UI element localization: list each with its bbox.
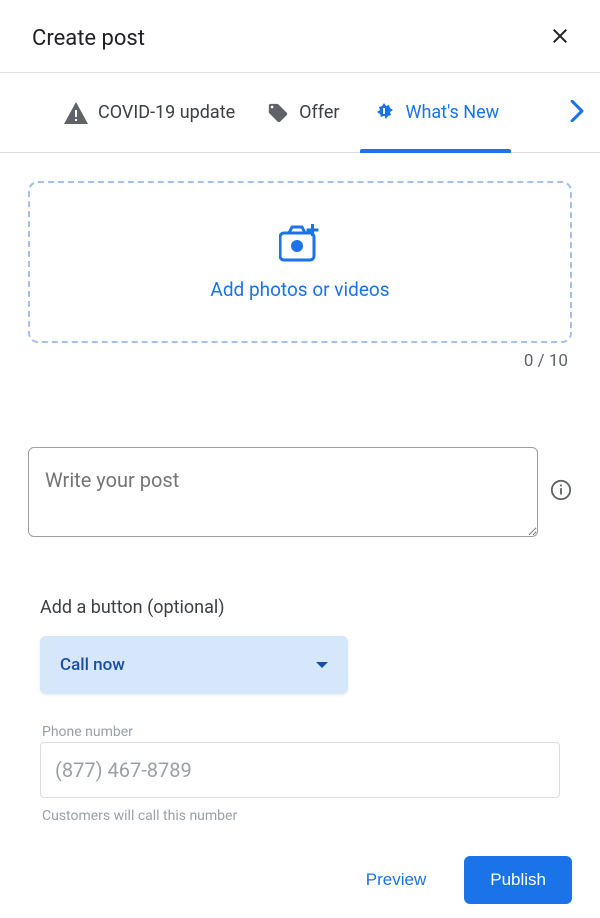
- post-textarea[interactable]: [28, 447, 538, 537]
- tab-label: Offer: [299, 102, 339, 123]
- button-section-label: Add a button (optional): [40, 597, 560, 618]
- tag-icon: [267, 102, 289, 124]
- phone-section: Phone number Customers will call this nu…: [40, 724, 560, 824]
- caret-down-icon: [316, 662, 328, 668]
- burst-icon: [372, 101, 396, 125]
- tab-label: COVID-19 update: [98, 102, 235, 123]
- phone-input[interactable]: [40, 742, 560, 798]
- phone-helper-text: Customers will call this number: [40, 808, 560, 824]
- cta-dropdown[interactable]: Call now: [40, 636, 348, 694]
- dropdown-selected: Call now: [60, 655, 125, 675]
- tab-label: What's New: [406, 102, 500, 123]
- media-upload-zone[interactable]: Add photos or videos: [28, 181, 572, 343]
- phone-label: Phone number: [40, 724, 560, 740]
- page-title: Create post: [32, 26, 145, 51]
- close-button[interactable]: [544, 20, 576, 56]
- active-tab-indicator: [360, 149, 512, 153]
- dialog-header: Create post: [0, 0, 600, 72]
- button-section: Add a button (optional) Call now Phone n…: [28, 597, 572, 824]
- tab-bar: COVID-19 update Offer What's New: [0, 73, 600, 153]
- camera-add-icon: [279, 224, 321, 262]
- tab-whats-new[interactable]: What's New: [356, 73, 516, 152]
- info-button[interactable]: [550, 479, 572, 505]
- warning-icon: [64, 102, 88, 124]
- tab-offer[interactable]: Offer: [251, 73, 355, 152]
- media-counter: 0 / 10: [28, 351, 572, 371]
- tab-covid-update[interactable]: COVID-19 update: [48, 73, 251, 152]
- chevron-right-icon: [570, 100, 584, 122]
- preview-button[interactable]: Preview: [352, 858, 440, 902]
- footer-actions: Preview Publish: [0, 842, 600, 918]
- post-row: [28, 447, 572, 537]
- tab-scroll-right[interactable]: [562, 92, 592, 134]
- upload-label: Add photos or videos: [210, 278, 389, 301]
- publish-button[interactable]: Publish: [464, 856, 572, 904]
- close-icon: [548, 24, 572, 48]
- info-icon: [550, 479, 572, 501]
- content-area: Add photos or videos 0 / 10 Add a button…: [0, 153, 600, 824]
